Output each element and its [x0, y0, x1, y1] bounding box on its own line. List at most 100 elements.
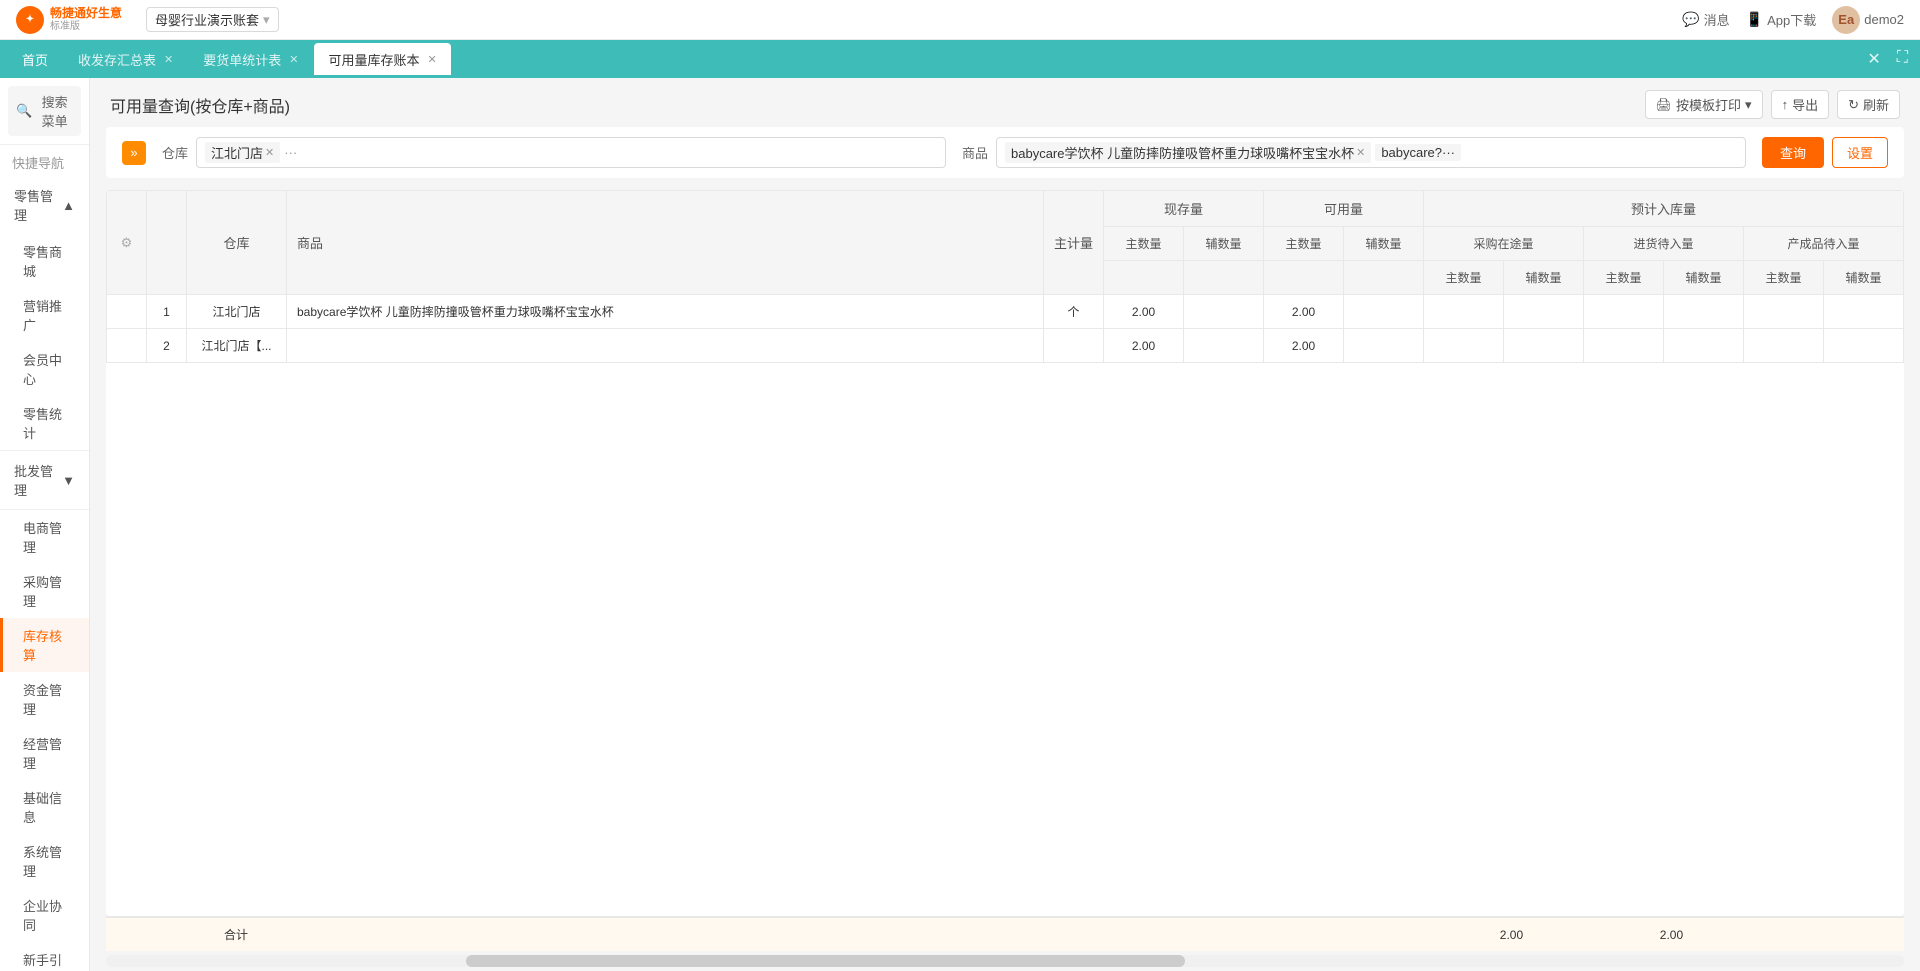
th-production-aux: 辅数量: [1824, 261, 1904, 295]
export-button[interactable]: ↑ 导出: [1771, 90, 1830, 119]
cell-production-main-2: [1744, 329, 1824, 363]
sidebar-item-retail[interactable]: 零售管理 ▲: [0, 176, 89, 234]
page-title: 可用量查询(按仓库+商品): [110, 93, 290, 117]
message-button[interactable]: 💬 消息: [1682, 10, 1729, 29]
table-row: 2 江北门店【... 2.00 2.00: [107, 329, 1904, 363]
chevron-icon-wholesale: ▼: [62, 473, 75, 488]
tab-close-all-button[interactable]: ✕: [1863, 49, 1884, 69]
th-available-main2: [1264, 261, 1344, 295]
sidebar-item-basic[interactable]: 基础信息: [0, 780, 89, 834]
tab-order-stats[interactable]: 要货单统计表 ✕: [189, 43, 312, 75]
th-stock-aux: 辅数量: [1184, 227, 1264, 261]
refresh-button[interactable]: ↻ 刷新: [1837, 90, 1900, 119]
sidebar-item-finance[interactable]: 资金管理: [0, 672, 89, 726]
top-bar-left: ✦ 畅捷通好生意 标准版 母婴行业演示账套 ▾: [16, 6, 279, 34]
search-icon: 🔍: [16, 103, 32, 119]
filter-area: » 仓库 江北门店 ✕ ··· 商品 babycare学饮杯 儿童防摔防撞吸管杯…: [106, 127, 1904, 178]
cell-incoming-main-1: [1584, 295, 1664, 329]
print-chevron-icon: ▾: [1745, 97, 1752, 113]
sidebar-item-inventory[interactable]: 库存核算: [0, 618, 89, 672]
sidebar-item-ecommerce[interactable]: 电商管理: [0, 510, 89, 564]
tab-home[interactable]: 首页: [8, 43, 62, 75]
settings-button[interactable]: 设置: [1832, 137, 1888, 168]
sidebar-group-retail: 零售管理 ▲ 零售商城 营销推广 会员中心 零售统计: [0, 176, 89, 451]
query-button[interactable]: 查询: [1762, 137, 1824, 168]
sidebar-item-wholesale[interactable]: 批发管理 ▼: [0, 451, 89, 509]
warehouse-more-icon[interactable]: ···: [284, 145, 297, 160]
th-stock-main: 主数量: [1104, 227, 1184, 261]
sidebar-item-newguide[interactable]: 新手引导: [0, 942, 89, 971]
th-stock-main2: [1104, 261, 1184, 295]
brand-logo: ✦ 畅捷通好生意 标准版: [16, 6, 122, 34]
th-production-main: 主数量: [1744, 261, 1824, 295]
sidebar-item-marketing[interactable]: 营销推广: [0, 288, 89, 342]
total-remaining: [1791, 918, 1904, 951]
sidebar-group-wholesale: 批发管理 ▼: [0, 451, 89, 510]
filter-expand-button[interactable]: »: [122, 141, 146, 165]
top-bar: ✦ 畅捷通好生意 标准版 母婴行业演示账套 ▾ 💬 消息 📱 App下载 Ea …: [0, 0, 1920, 40]
tab-close-order-stats[interactable]: ✕: [289, 53, 298, 66]
total-avail-main: 2.00: [1631, 918, 1711, 951]
scroll-thumb[interactable]: [466, 955, 1185, 967]
product-filter: 商品 babycare学饮杯 儿童防摔防撞吸管杯重力球吸嘴杯宝宝水杯 ✕ bab…: [962, 137, 1746, 168]
cell-warehouse-2: 江北门店【...: [187, 329, 287, 363]
cell-index-1: 1: [147, 295, 187, 329]
cell-unit-1: 个: [1043, 295, 1103, 329]
cell-purchase-aux-1: [1504, 295, 1584, 329]
cell-settings-1: [107, 295, 147, 329]
horizontal-scrollbar[interactable]: [106, 955, 1904, 967]
app-download-button[interactable]: 📱 App下载: [1746, 10, 1817, 29]
total-avail-aux: [1711, 918, 1791, 951]
sidebar-item-system[interactable]: 系统管理: [0, 834, 89, 888]
cell-purchase-aux-2: [1504, 329, 1584, 363]
warehouse-input[interactable]: 江北门店 ✕ ···: [196, 137, 946, 168]
sidebar-search-area: 🔍 搜索菜单: [0, 78, 89, 145]
message-icon: 💬: [1682, 11, 1699, 28]
chevron-icon: ▲: [62, 198, 75, 213]
total-label: 合计: [186, 918, 286, 951]
cell-stock-main-2: 2.00: [1104, 329, 1184, 363]
tab-close-available-stock[interactable]: ✕: [428, 53, 437, 66]
cell-production-aux-2: [1824, 329, 1904, 363]
tab-receive-send[interactable]: 收发存汇总表 ✕: [64, 43, 187, 75]
user-profile[interactable]: Ea demo2: [1832, 6, 1904, 34]
th-settings: ⚙: [107, 191, 147, 295]
print-button[interactable]: 🖨 按模板打印 ▾: [1645, 90, 1763, 119]
sidebar-item-enterprise[interactable]: 企业协同: [0, 888, 89, 942]
warehouse-tag-close[interactable]: ✕: [265, 146, 274, 159]
product-input[interactable]: babycare学饮杯 儿童防摔防撞吸管杯重力球吸嘴杯宝宝水杯 ✕ babyca…: [996, 137, 1746, 168]
warehouse-filter: 仓库 江北门店 ✕ ···: [162, 137, 946, 168]
sidebar-search-button[interactable]: 🔍 搜索菜单: [8, 86, 81, 136]
download-icon: 📱: [1746, 11, 1763, 28]
product-tag-2: babycare?···: [1375, 144, 1461, 161]
tab-close-receive-send[interactable]: ✕: [164, 53, 173, 66]
sidebar-item-purchase[interactable]: 采购管理: [0, 564, 89, 618]
th-incoming-aux: 辅数量: [1664, 261, 1744, 295]
th-production-group: 产成品待入量: [1744, 227, 1904, 261]
industry-selector[interactable]: 母婴行业演示账套 ▾: [146, 7, 279, 32]
sidebar-item-retail-mall[interactable]: 零售商城: [0, 234, 89, 288]
th-stock-group: 现存量: [1104, 191, 1264, 227]
cell-avail-main-2: 2.00: [1264, 329, 1344, 363]
total-cell-empty1: [106, 918, 146, 951]
cell-unit-2: [1043, 329, 1103, 363]
sidebar-item-operations[interactable]: 经营管理: [0, 726, 89, 780]
page-header: 可用量查询(按仓库+商品) 🖨 按模板打印 ▾ ↑ 导出 ↻ 刷新: [90, 78, 1920, 127]
th-warehouse: 仓库: [187, 191, 287, 295]
sidebar-item-retail-stats[interactable]: 零售统计: [0, 396, 89, 450]
cell-stock-aux-1: [1184, 295, 1264, 329]
cell-incoming-main-2: [1584, 329, 1664, 363]
total-stock-aux: [1551, 918, 1631, 951]
gear-icon[interactable]: ⚙: [121, 235, 133, 250]
cell-index-2: 2: [147, 329, 187, 363]
top-bar-right: 💬 消息 📱 App下载 Ea demo2: [1682, 6, 1904, 34]
product-tag1-close[interactable]: ✕: [1356, 146, 1365, 159]
sidebar: 🔍 搜索菜单 快捷导航 零售管理 ▲ 零售商城 营销推广 会员中心 零售统计: [0, 78, 90, 971]
cell-incoming-aux-1: [1664, 295, 1744, 329]
tab-maximize-button[interactable]: ⛶: [1893, 49, 1912, 69]
sidebar-item-member[interactable]: 会员中心: [0, 342, 89, 396]
tab-available-stock[interactable]: 可用量库存账本 ✕: [314, 43, 450, 75]
cell-product-2: [287, 329, 1044, 363]
th-available-aux2: [1344, 261, 1424, 295]
cell-warehouse-1: 江北门店: [187, 295, 287, 329]
